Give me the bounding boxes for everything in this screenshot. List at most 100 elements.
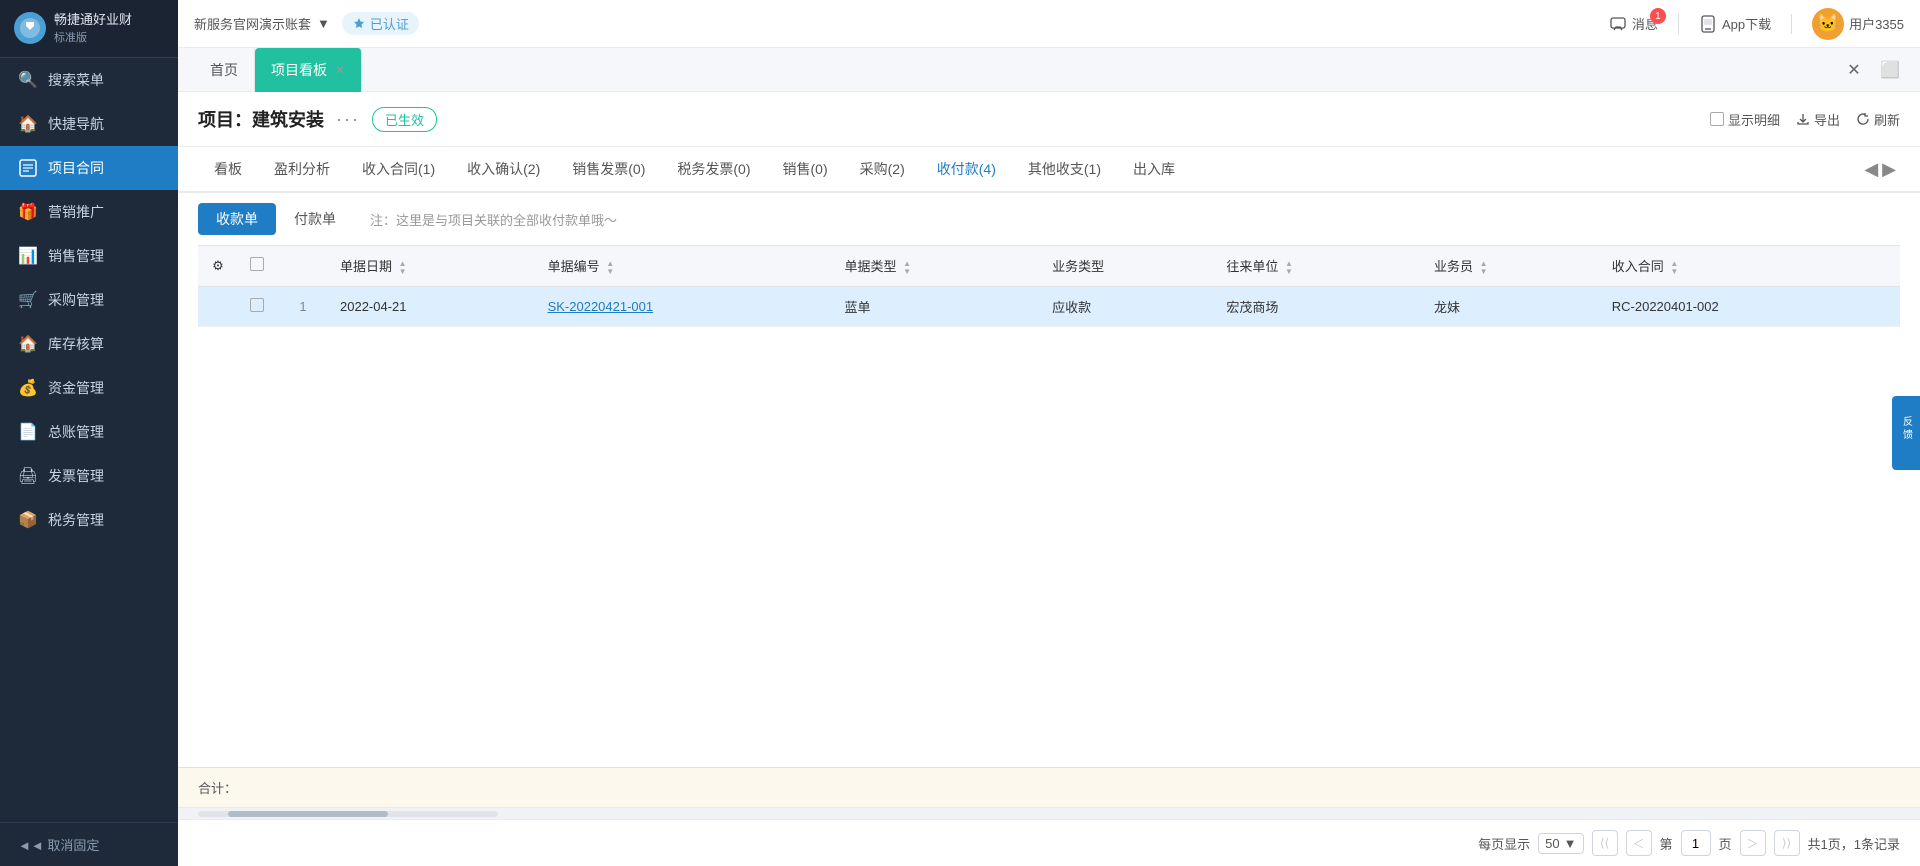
table-footer: 合计：	[178, 767, 1920, 807]
row-index-cell: 1	[278, 286, 328, 326]
sub-tab-receipt[interactable]: 收付款(4)	[921, 147, 1012, 193]
tab-bar: 首页 项目看板 ✕ ✕ ⬜	[178, 48, 1920, 92]
sub-tab-income-contract[interactable]: 收入合同(1)	[346, 147, 451, 193]
detail-checkbox[interactable]	[1710, 112, 1724, 126]
export-button[interactable]: 导出	[1796, 110, 1840, 129]
header-left: 新服务官网演示账套 ▼ 已认证	[194, 12, 419, 35]
gift-icon: 🎁	[18, 202, 38, 222]
next-page-button[interactable]: ＞	[1740, 830, 1766, 856]
type-column-header[interactable]: 单据类型 ▲▼	[833, 246, 1041, 287]
top-header: 新服务官网演示账套 ▼ 已认证 消息 1 App下载 🐱 用户3355	[178, 0, 1920, 48]
sidebar-item-sales[interactable]: 📊 销售管理	[0, 234, 178, 278]
sub-tab-profit[interactable]: 盈利分析	[258, 147, 346, 193]
sidebar: 畅捷通好业财 标准版 🔍 搜索菜单 🏠 快捷导航 项目合同 🎁 营销推广 📊 销…	[0, 0, 178, 866]
sidebar-logo: 畅捷通好业财 标准版	[0, 0, 178, 58]
prev-page-button[interactable]: ＜	[1626, 830, 1652, 856]
status-badge: 已生效	[372, 107, 437, 132]
row-partner-cell: 宏茂商场	[1214, 286, 1422, 326]
more-options-button[interactable]: ···	[336, 109, 360, 130]
sub-tab-board[interactable]: 看板	[198, 147, 258, 193]
date-column-header[interactable]: 单据日期 ▲▼	[328, 246, 536, 287]
sidebar-item-finance[interactable]: 💰 资金管理	[0, 366, 178, 410]
close-tab-icon[interactable]: ✕	[335, 63, 345, 77]
search-icon: 🔍	[18, 70, 38, 90]
document-link[interactable]: SK-20220421-001	[548, 299, 654, 314]
check-all-header[interactable]	[238, 246, 278, 287]
sub-tab-other-payment[interactable]: 其他收支(1)	[1012, 147, 1117, 193]
partner-sort-icon: ▲▼	[1285, 260, 1293, 276]
feedback-button[interactable]: 反馈	[1892, 396, 1920, 470]
sub-tab-income-confirm[interactable]: 收入确认(2)	[451, 147, 556, 193]
show-detail-toggle[interactable]: 显示明细	[1710, 110, 1780, 129]
demo-account[interactable]: 新服务官网演示账套 ▼	[194, 14, 330, 33]
first-page-button[interactable]: ⟨⟨	[1592, 830, 1618, 856]
sub-tab-sales[interactable]: 销售(0)	[767, 147, 844, 193]
user-profile[interactable]: 🐱 用户3355	[1812, 8, 1904, 40]
unpin-button[interactable]: ◄◄ 取消固定	[0, 822, 178, 866]
divider2	[1791, 14, 1792, 34]
message-button[interactable]: 消息 1	[1609, 14, 1658, 33]
scrollbar-track[interactable]	[198, 811, 498, 817]
inner-tabs: 收款单 付款单 注：这里是与项目关联的全部收付款单哦～	[178, 193, 1920, 245]
settings-column-header[interactable]: ⚙	[198, 246, 238, 287]
page-number-input[interactable]	[1681, 830, 1711, 856]
svg-text:反: 反	[1901, 416, 1913, 428]
main-content: 新服务官网演示账套 ▼ 已认证 消息 1 App下载 🐱 用户3355	[178, 0, 1920, 866]
certified-badge: 已认证	[342, 12, 419, 35]
scrollbar-thumb[interactable]	[228, 811, 388, 817]
partner-column-header[interactable]: 往来单位 ▲▼	[1214, 246, 1422, 287]
salesperson-column-header[interactable]: 业务员 ▲▼	[1422, 246, 1600, 287]
app-download-button[interactable]: App下载	[1699, 14, 1771, 33]
last-page-button[interactable]: ⟩⟩	[1774, 830, 1800, 856]
type-sort-icon: ▲▼	[903, 260, 911, 276]
header-right: 消息 1 App下载 🐱 用户3355	[1609, 8, 1904, 40]
refresh-button[interactable]: 刷新	[1856, 110, 1900, 129]
sidebar-item-invoice[interactable]: 🖨 发票管理	[0, 454, 178, 498]
sub-tab-prev-button[interactable]: ◀	[1864, 159, 1878, 180]
logo-icon	[14, 12, 46, 44]
row-biztype-cell: 应收款	[1040, 286, 1214, 326]
index-column-header	[278, 246, 328, 287]
income-contract-column-header[interactable]: 收入合同 ▲▼	[1600, 246, 1900, 287]
number-column-header[interactable]: 单据编号 ▲▼	[536, 246, 833, 287]
ledger-icon: 📄	[18, 422, 38, 442]
project-actions: 显示明细 导出 刷新	[1710, 110, 1900, 129]
table-row[interactable]: 1 2022-04-21 SK-20220421-001 蓝单 应收款 宏茂商场…	[198, 286, 1900, 326]
sub-tab-purchase[interactable]: 采购(2)	[844, 147, 921, 193]
dropdown-icon: ▼	[317, 16, 330, 31]
sub-tab-tax-invoice[interactable]: 税务发票(0)	[661, 147, 766, 193]
sub-tab-sales-invoice[interactable]: 销售发票(0)	[556, 147, 661, 193]
per-page-dropdown-icon: ▼	[1564, 836, 1577, 851]
purchase-icon: 🛒	[18, 290, 38, 310]
horizontal-scrollbar[interactable]	[178, 807, 1920, 819]
sidebar-item-project[interactable]: 项目合同	[0, 146, 178, 190]
pagination: 每页显示 50 ▼ ⟨⟨ ＜ 第 页 ＞ ⟩⟩ 共1页，1条记录	[178, 819, 1920, 866]
row-check-cell[interactable]	[238, 286, 278, 326]
sidebar-item-search[interactable]: 🔍 搜索菜单	[0, 58, 178, 102]
sidebar-item-quicknav[interactable]: 🏠 快捷导航	[0, 102, 178, 146]
sidebar-item-marketing[interactable]: 🎁 营销推广	[0, 190, 178, 234]
close-window-button[interactable]: ✕	[1840, 56, 1868, 84]
sidebar-item-ledger[interactable]: 📄 总账管理	[0, 410, 178, 454]
per-page-select[interactable]: 50 ▼	[1538, 833, 1583, 854]
data-table: ⚙ 单据日期 ▲▼ 单据编号 ▲▼	[198, 245, 1900, 327]
number-sort-icon: ▲▼	[606, 260, 614, 276]
row-date-cell: 2022-04-21	[328, 286, 536, 326]
sidebar-item-inventory[interactable]: 🏠 库存核算	[0, 322, 178, 366]
tab-actions: ✕ ⬜	[1840, 56, 1904, 84]
inner-tab-payment[interactable]: 付款单	[276, 203, 354, 235]
tab-home[interactable]: 首页	[194, 48, 255, 92]
check-all-checkbox[interactable]	[250, 257, 264, 271]
inner-tab-receipt[interactable]: 收款单	[198, 203, 276, 235]
maximize-window-button[interactable]: ⬜	[1876, 56, 1904, 84]
sub-tab-inout[interactable]: 出入库	[1117, 147, 1191, 193]
sidebar-item-purchase[interactable]: 🛒 采购管理	[0, 278, 178, 322]
tab-project-board[interactable]: 项目看板 ✕	[255, 48, 362, 92]
svg-text:馈: 馈	[1901, 428, 1913, 441]
row-checkbox[interactable]	[250, 298, 264, 312]
sub-tab-next-button[interactable]: ▶	[1882, 159, 1896, 180]
project-icon	[18, 158, 38, 178]
invoice-icon: 🖨	[18, 466, 38, 486]
row-number-cell[interactable]: SK-20220421-001	[536, 286, 833, 326]
sidebar-item-tax[interactable]: 📦 税务管理	[0, 498, 178, 542]
